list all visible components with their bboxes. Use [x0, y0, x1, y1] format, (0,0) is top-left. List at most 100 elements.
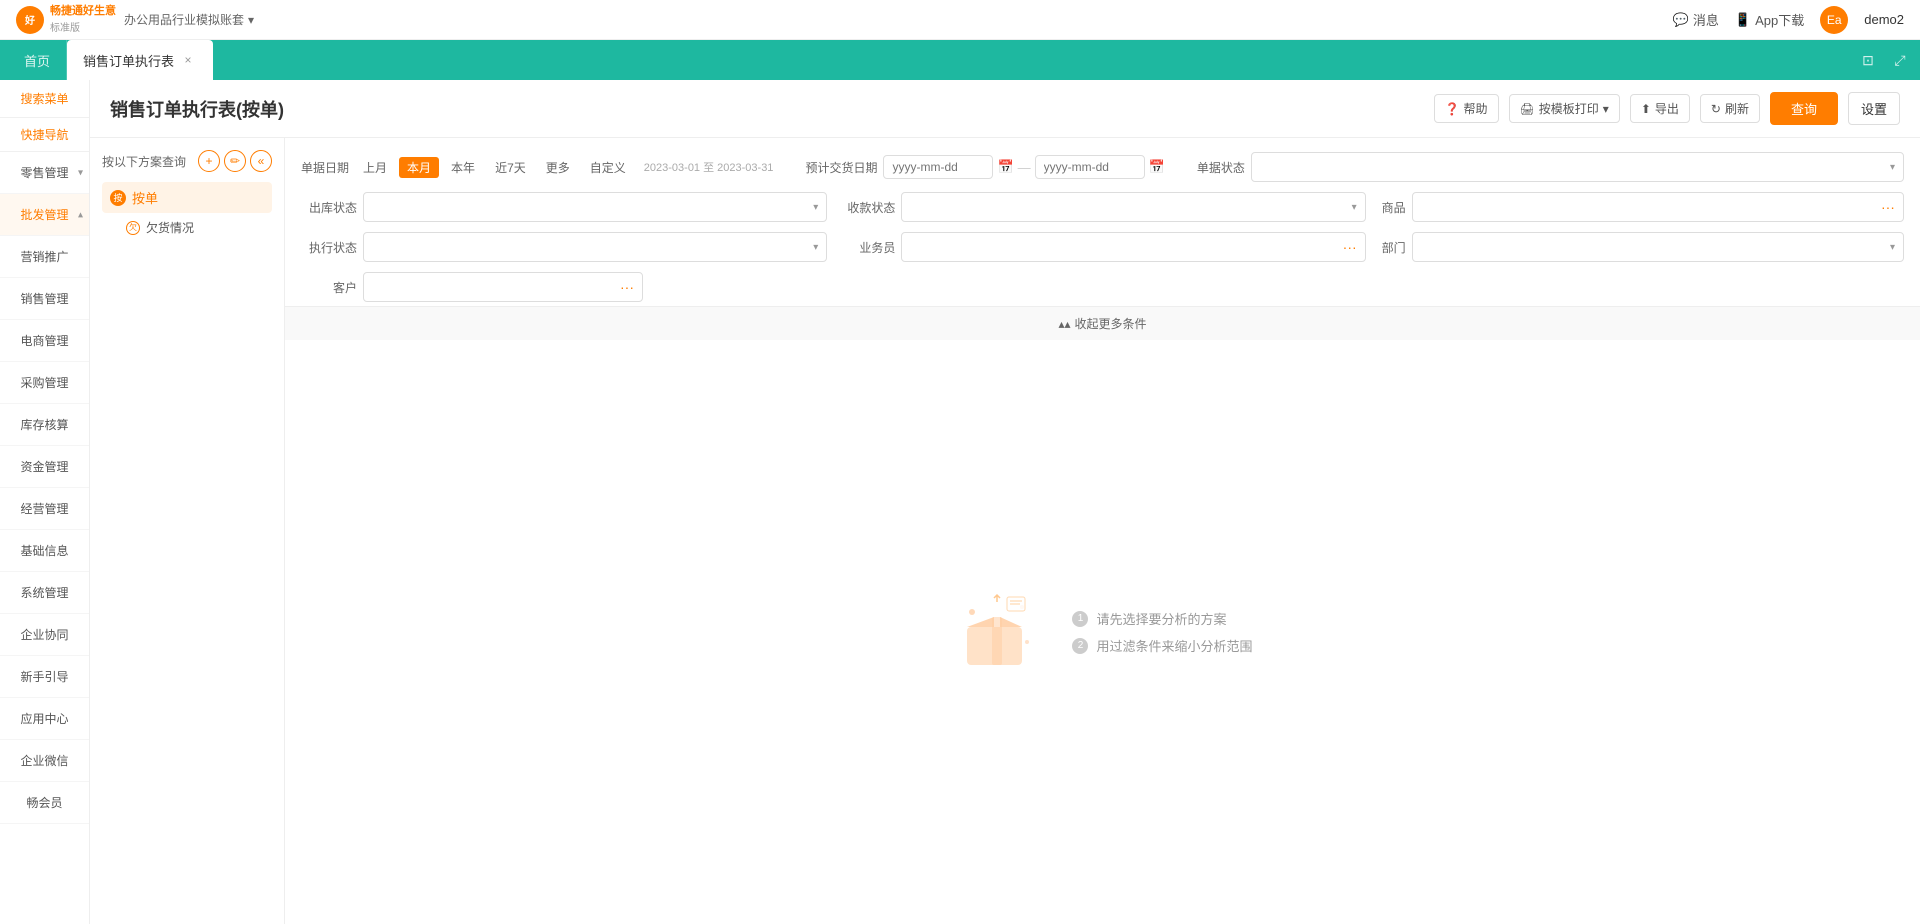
tip-2-text: 用过滤条件来缩小分析范围 [1096, 636, 1252, 655]
collapse-scheme-button[interactable]: « [250, 150, 272, 172]
bill-status-select[interactable]: ▾ [1251, 152, 1904, 182]
sidebar-quick-nav[interactable]: 快捷导航 [0, 118, 89, 152]
execution-status-select[interactable]: ▾ [363, 232, 827, 262]
maximize-icon[interactable]: ⤢ [1888, 48, 1912, 72]
tab-actions: ⊡ ⤢ [1856, 48, 1912, 72]
goods-label: 商品 [1378, 199, 1406, 216]
filter-execution-status: 执行状态 ▾ [301, 232, 827, 262]
department-select[interactable]: ▾ [1412, 232, 1904, 262]
empty-tips: 1 请先选择要分析的方案 2 用过滤条件来缩小分析范围 [1072, 609, 1252, 655]
bill-status-label: 单据状态 [1197, 159, 1245, 176]
export-label: 导出 [1655, 100, 1679, 117]
scheme-debt-icon: 欠 [126, 221, 140, 235]
goods-select[interactable]: ··· [1412, 192, 1904, 222]
scheme-title: 按以下方案查询 [102, 153, 186, 170]
sidebar-item-app-center[interactable]: 应用中心 [0, 698, 89, 740]
salesperson-select[interactable]: ··· [901, 232, 1365, 262]
refresh-icon: ↻ [1711, 102, 1721, 116]
company-selector[interactable]: 办公用品行业模拟账套 ▾ [124, 11, 254, 28]
close-tab-icon[interactable]: × [180, 52, 196, 68]
chevron-down-icon: ▾ [1352, 202, 1357, 213]
sidebar-search[interactable]: 搜索菜单 [0, 80, 89, 118]
restore-icon[interactable]: ⊡ [1856, 48, 1880, 72]
customer-label: 客户 [301, 279, 357, 296]
sidebar-item-management[interactable]: 经营管理 [0, 488, 89, 530]
chevron-down-icon: ▾ [1890, 162, 1895, 173]
help-button[interactable]: ❓ 帮助 [1434, 94, 1499, 123]
settings-button[interactable]: 设置 [1848, 92, 1900, 125]
calendar-start-icon[interactable]: 📅 [997, 159, 1013, 175]
date-tab-last-month[interactable]: 上月 [355, 157, 395, 178]
filters-and-scheme: 按以下方案查询 + ✏ « [90, 138, 1920, 924]
sidebar-item-finance[interactable]: 资金管理 [0, 446, 89, 488]
edit-scheme-button[interactable]: ✏ [224, 150, 246, 172]
sidebar-item-wholesale[interactable]: 批发管理 ▴ [0, 194, 89, 236]
expected-date-label: 预计交货日期 [805, 159, 877, 176]
add-scheme-button[interactable]: + [198, 150, 220, 172]
sidebar-item-basic-info[interactable]: 基础信息 [0, 530, 89, 572]
collection-status-label: 收款状态 [839, 199, 895, 216]
dots-icon: ··· [1881, 199, 1895, 215]
filter-row-3: 执行状态 ▾ 业务员 ··· [301, 232, 1904, 262]
sidebar-item-member[interactable]: 畅会员 [0, 782, 89, 824]
date-tab-custom[interactable]: 自定义 [582, 157, 634, 178]
date-tab-this-month[interactable]: 本月 [399, 157, 439, 178]
expected-date-end[interactable] [1035, 155, 1145, 179]
messages-button[interactable]: 💬 消息 [1673, 10, 1719, 29]
page-header: 销售订单执行表(按单) ❓ 帮助 🖨 按模板打印 ▾ ⬆ 导出 [90, 80, 1920, 138]
calendar-end-icon[interactable]: 📅 [1149, 159, 1165, 175]
print-button[interactable]: 🖨 按模板打印 ▾ [1509, 94, 1620, 123]
delivery-status-select[interactable]: ▾ [363, 192, 827, 222]
date-tab-7days[interactable]: 近7天 [487, 157, 534, 178]
app-download-button[interactable]: 📱 App下载 [1735, 10, 1804, 29]
expected-date-start[interactable] [883, 155, 993, 179]
date-tab-more[interactable]: 更多 [538, 157, 578, 178]
collection-status-select[interactable]: ▾ [901, 192, 1365, 222]
empty-state: 1 请先选择要分析的方案 2 用过滤条件来缩小分析范围 [285, 340, 1920, 924]
chevron-up-icon: ▴▴ [1058, 317, 1070, 331]
delivery-status-label: 出库状态 [301, 199, 357, 216]
tab-sales-order[interactable]: 销售订单执行表 × [67, 40, 213, 80]
sidebar-item-inventory[interactable]: 库存核算 [0, 404, 89, 446]
phone-icon: 📱 [1735, 12, 1751, 28]
sidebar-item-marketing[interactable]: 营销推广 [0, 236, 89, 278]
empty-tip-2: 2 用过滤条件来缩小分析范围 [1072, 636, 1252, 655]
customer-select[interactable]: ··· [363, 272, 643, 302]
date-tab-this-year[interactable]: 本年 [443, 157, 483, 178]
query-button[interactable]: 查询 [1770, 92, 1838, 125]
logo-sub: 标准版 [50, 19, 116, 34]
tab-home[interactable]: 首页 [8, 40, 67, 80]
scheme-debt-label: 欠货情况 [146, 219, 194, 236]
sidebar-item-ecommerce[interactable]: 电商管理 [0, 320, 89, 362]
messages-label: 消息 [1693, 10, 1719, 29]
sidebar-item-purchase[interactable]: 采购管理 [0, 362, 89, 404]
scheme-panel: 按以下方案查询 + ✏ « [90, 138, 285, 924]
sidebar-item-cooperation[interactable]: 企业协同 [0, 614, 89, 656]
collapse-label: 收起更多条件 [1075, 315, 1147, 332]
export-button[interactable]: ⬆ 导出 [1630, 94, 1690, 123]
logo-text: 畅捷通好生意 [50, 5, 116, 18]
sidebar-item-retail[interactable]: 零售管理 ▾ [0, 152, 89, 194]
dots-icon: ··· [620, 279, 634, 295]
sidebar-item-sales[interactable]: 销售管理 [0, 278, 89, 320]
empty-tip-1: 1 请先选择要分析的方案 [1072, 609, 1252, 628]
logo-area: 好 畅捷通好生意 标准版 [16, 5, 116, 33]
logo-icon: 好 [16, 6, 44, 34]
main-layout: 搜索菜单 快捷导航 零售管理 ▾ 批发管理 ▴ 营销推广 销售管理 电商管理 采… [0, 80, 1920, 924]
chevron-up-icon: ▴ [78, 209, 83, 220]
filter-salesperson: 业务员 ··· [839, 232, 1365, 262]
user-avatar[interactable]: Ea [1820, 6, 1848, 34]
sidebar-item-guide[interactable]: 新手引导 [0, 656, 89, 698]
logo-text-block: 畅捷通好生意 标准版 [50, 5, 116, 33]
execution-status-label: 执行状态 [301, 239, 357, 256]
collapse-more-btn[interactable]: ▴▴ 收起更多条件 [285, 306, 1920, 340]
header-left: 好 畅捷通好生意 标准版 办公用品行业模拟账套 ▾ [16, 5, 254, 33]
scheme-item-order[interactable]: 按 按单 [102, 182, 272, 213]
search-label: 搜索菜单 [20, 92, 68, 106]
date-separator: — [1018, 160, 1031, 175]
filter-form: 单据日期 上月 本月 本年 近7天 更多 自定义 2023-03-01 至 20… [285, 138, 1920, 306]
refresh-button[interactable]: ↻ 刷新 [1700, 94, 1760, 123]
sidebar-item-enterprise-wechat[interactable]: 企业微信 [0, 740, 89, 782]
sidebar-item-system[interactable]: 系统管理 [0, 572, 89, 614]
scheme-item-debt[interactable]: 欠 欠货情况 [102, 213, 272, 242]
